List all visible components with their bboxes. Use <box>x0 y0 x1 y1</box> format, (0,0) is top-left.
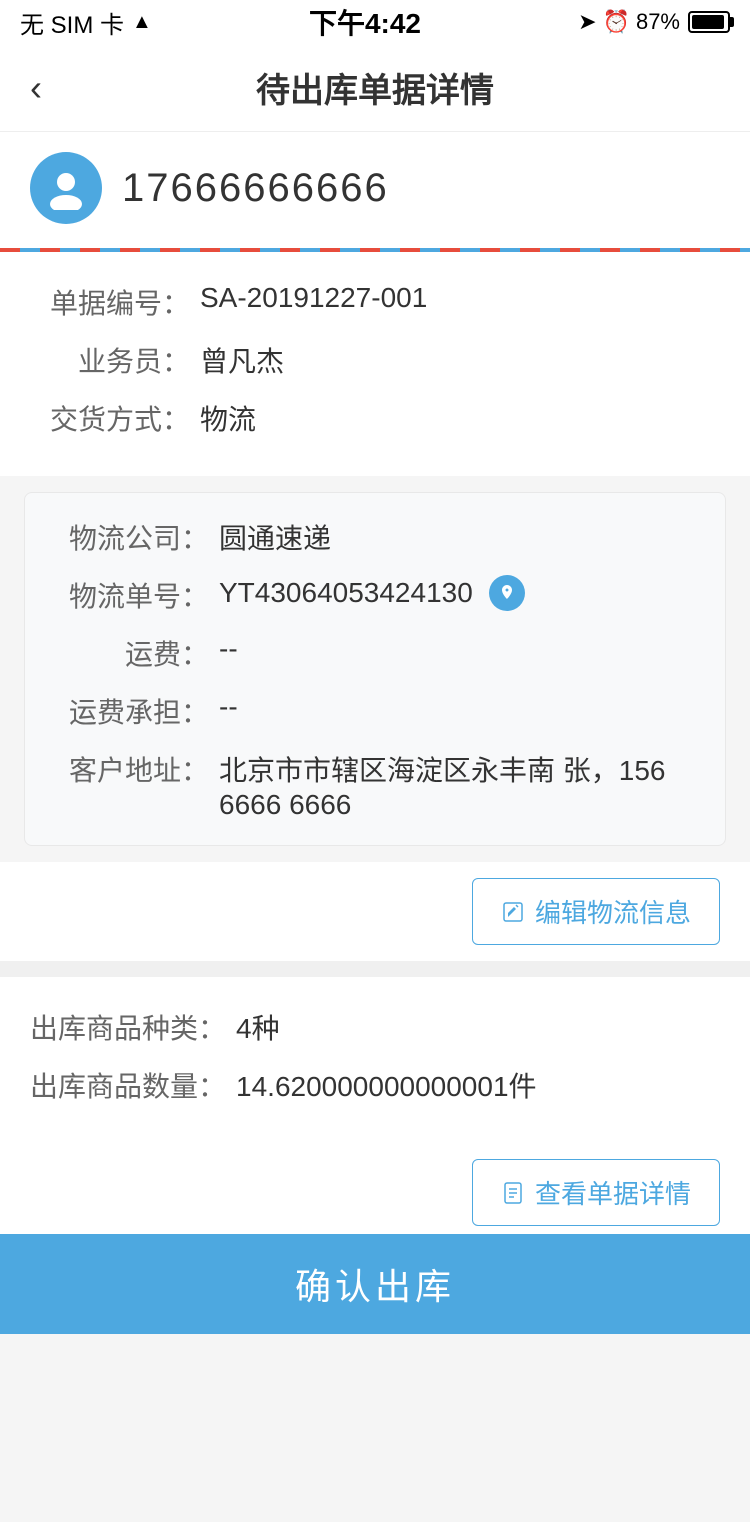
logistics-tracking-label: 物流单号： <box>49 575 209 615</box>
nav-bar: ‹ 待出库单据详情 <box>0 44 750 132</box>
document-number-row: 单据编号： SA-20191227-001 <box>30 282 720 322</box>
confirm-button-bar[interactable]: 确认出库 <box>0 1234 750 1334</box>
status-time: 下午4:42 <box>309 2 421 42</box>
logistics-tracking-value: YT43064053424130 <box>219 577 473 609</box>
logistics-box: 物流公司： 圆通速递 物流单号： YT43064053424130 运费： --… <box>24 492 726 846</box>
battery-text: 87% <box>636 9 680 35</box>
goods-types-label: 出库商品种类： <box>30 1007 226 1047</box>
salesman-row: 业务员： 曾凡杰 <box>30 340 720 380</box>
salesman-value: 曾凡杰 <box>190 340 720 380</box>
details-btn-row: 查看单据详情 <box>0 1143 750 1242</box>
edit-btn-row: 编辑物流信息 <box>0 862 750 961</box>
freight-bearer-value: -- <box>209 691 701 723</box>
freight-label: 运费： <box>49 633 209 673</box>
address-label: 客户地址： <box>49 749 209 789</box>
logistics-company-label: 物流公司： <box>49 517 209 557</box>
goods-types-row: 出库商品种类： 4种 <box>30 1007 720 1047</box>
user-icon <box>44 166 88 210</box>
section-divider <box>0 961 750 977</box>
edit-logistics-label: 编辑物流信息 <box>535 893 691 930</box>
alarm-icon: ⏰ <box>603 9 630 35</box>
delivery-value: 物流 <box>190 398 720 438</box>
goods-quantity-row: 出库商品数量： 14.620000000000001件 <box>30 1065 720 1105</box>
address-row: 客户地址： 北京市市辖区海淀区永丰南 张，156 6666 6666 <box>49 749 701 821</box>
back-button[interactable]: ‹ <box>30 67 42 109</box>
avatar <box>30 152 102 224</box>
status-left: 无 SIM 卡 ▲ <box>20 5 152 40</box>
freight-bearer-row: 运费承担： -- <box>49 691 701 731</box>
document-number-value: SA-20191227-001 <box>190 282 720 314</box>
logistics-tracking-value-row: YT43064053424130 <box>209 575 701 611</box>
goods-quantity-value: 14.620000000000001件 <box>226 1065 720 1105</box>
freight-row: 运费： -- <box>49 633 701 673</box>
logistics-company-row: 物流公司： 圆通速递 <box>49 517 701 557</box>
goods-section: 出库商品种类： 4种 出库商品数量： 14.620000000000001件 <box>0 977 750 1143</box>
salesman-label: 业务员： <box>30 340 190 380</box>
dashed-divider <box>0 244 750 252</box>
document-info-section: 单据编号： SA-20191227-001 业务员： 曾凡杰 交货方式： 物流 <box>0 252 750 476</box>
page-title: 待出库单据详情 <box>256 63 494 112</box>
status-right: ➤ ⏰ 87% <box>578 9 730 35</box>
confirm-button-label: 确认出库 <box>295 1258 455 1310</box>
delivery-row: 交货方式： 物流 <box>30 398 720 438</box>
freight-value: -- <box>209 633 701 665</box>
location-service-icon: ➤ <box>578 9 596 35</box>
status-bar: 无 SIM 卡 ▲ 下午4:42 ➤ ⏰ 87% <box>0 0 750 44</box>
document-number-label: 单据编号： <box>30 282 190 322</box>
edit-icon <box>501 900 525 924</box>
customer-header: 17666666666 <box>0 132 750 244</box>
goods-types-value: 4种 <box>226 1007 720 1047</box>
location-button[interactable] <box>489 575 525 611</box>
logistics-company-value: 圆通速递 <box>209 517 701 557</box>
map-pin-icon <box>497 583 517 603</box>
customer-phone: 17666666666 <box>122 166 389 211</box>
goods-quantity-label: 出库商品数量： <box>30 1065 226 1105</box>
carrier-text: 无 SIM 卡 <box>20 5 124 40</box>
battery-icon <box>688 11 730 33</box>
view-details-button[interactable]: 查看单据详情 <box>472 1159 720 1226</box>
delivery-label: 交货方式： <box>30 398 190 438</box>
document-icon <box>501 1181 525 1205</box>
edit-logistics-button[interactable]: 编辑物流信息 <box>472 878 720 945</box>
wifi-icon: ▲ <box>132 11 152 34</box>
view-details-label: 查看单据详情 <box>535 1174 691 1211</box>
freight-bearer-label: 运费承担： <box>49 691 209 731</box>
address-value: 北京市市辖区海淀区永丰南 张，156 6666 6666 <box>209 749 701 821</box>
logistics-tracking-row: 物流单号： YT43064053424130 <box>49 575 701 615</box>
